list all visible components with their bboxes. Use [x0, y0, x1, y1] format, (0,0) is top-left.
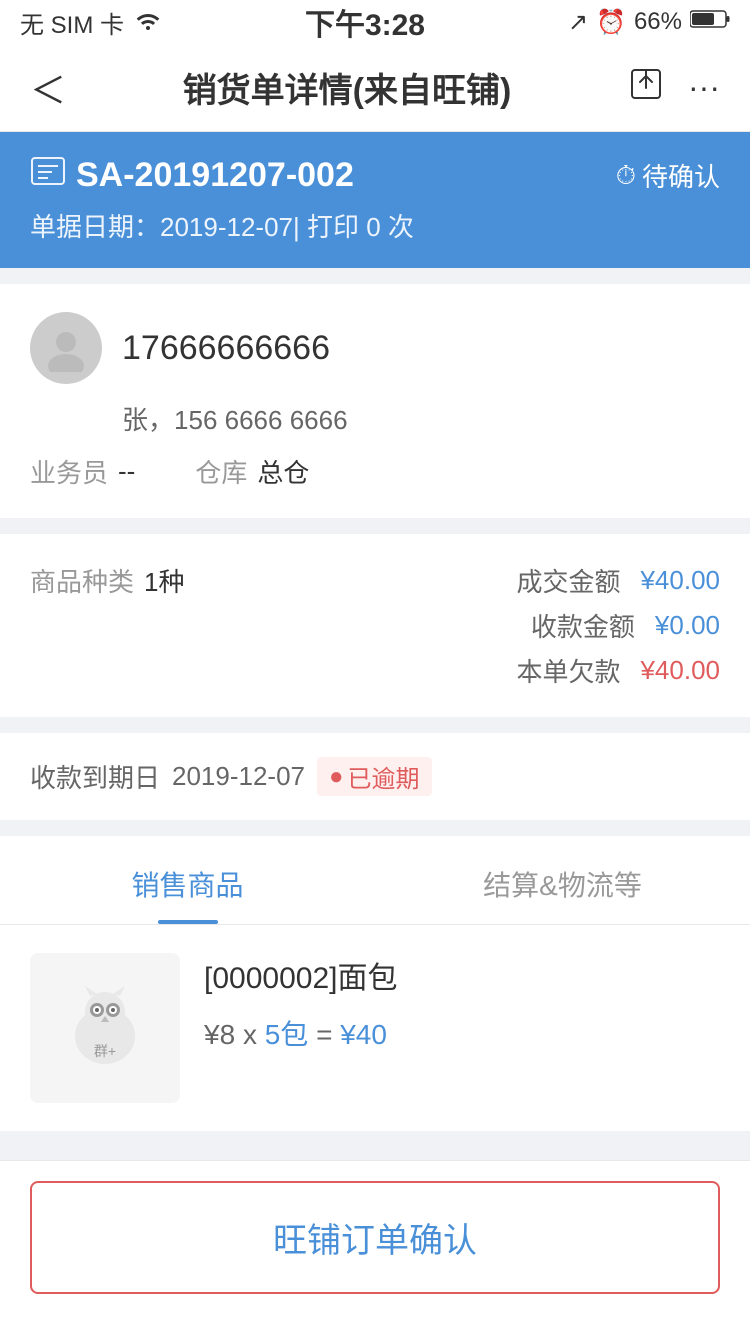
- warning-icon: ●: [329, 763, 344, 791]
- share-icon[interactable]: [628, 66, 664, 110]
- status-time: 下午3:28: [305, 0, 425, 44]
- alarm-icon: ⏰: [596, 8, 626, 37]
- due-section: 收款到期日 2019-12-07 ● 已逾期: [0, 733, 750, 820]
- customer-sub-info: 张，156 6666 6666: [30, 400, 720, 437]
- customer-meta: 业务员 -- 仓库 总仓: [30, 453, 720, 490]
- page-title: 销货单详情(来自旺铺): [183, 63, 512, 112]
- more-icon[interactable]: ···: [688, 69, 720, 106]
- overdue-badge: ● 已逾期: [317, 757, 432, 796]
- tab-settlement-logistics[interactable]: 结算&物流等: [375, 836, 750, 924]
- amount-stats: 成交金额 ¥40.00 收款金额 ¥0.00 本单欠款 ¥40.00: [516, 562, 720, 689]
- order-header: SA-20191207-002 ⏱ 待确认 单据日期：2019-12-07| 打…: [0, 132, 750, 268]
- product-price-row: ¥8 x 5包 = ¥40: [204, 1013, 720, 1053]
- back-button[interactable]: ＜: [30, 62, 66, 114]
- nav-bar: ＜ 销货单详情(来自旺铺) ···: [0, 44, 750, 132]
- confirm-order-button[interactable]: 旺铺订单确认: [30, 1181, 720, 1294]
- clock-icon: ⏱: [616, 160, 636, 192]
- tab-sales-products[interactable]: 销售商品: [0, 836, 375, 924]
- battery-text: 66%: [634, 8, 682, 36]
- location-icon: ↗: [568, 8, 588, 37]
- product-image: 群+: [30, 953, 180, 1103]
- status-right: ↗ ⏰ 66%: [568, 8, 730, 37]
- deal-amount-row: 成交金额 ¥40.00: [516, 562, 720, 599]
- customer-avatar: [30, 312, 102, 384]
- order-id: SA-20191207-002: [30, 156, 354, 195]
- battery-icon: [690, 8, 730, 36]
- status-left: 无 SIM 卡: [20, 5, 162, 40]
- warehouse-meta: 仓库 总仓: [195, 453, 309, 490]
- sales-meta: 业务员 --: [30, 453, 135, 490]
- wifi-icon: [134, 8, 162, 37]
- received-amount-row: 收款金额 ¥0.00: [516, 607, 720, 644]
- nav-actions: ···: [628, 66, 720, 110]
- status-bar: 无 SIM 卡 下午3:28 ↗ ⏰ 66%: [0, 0, 750, 44]
- owed-amount-row: 本单欠款 ¥40.00: [516, 652, 720, 689]
- product-info: [0000002]面包 ¥8 x 5包 = ¥40: [204, 953, 720, 1103]
- order-date: 单据日期：2019-12-07| 打印 0 次: [30, 207, 720, 244]
- customer-section: 17666666666 张，156 6666 6666 业务员 -- 仓库 总仓: [0, 284, 750, 518]
- carrier-text: 无 SIM 卡: [20, 5, 124, 40]
- product-section: 群+ [0000002]面包 ¥8 x 5包 = ¥40: [0, 925, 750, 1131]
- order-icon: [30, 156, 66, 195]
- tabs-section: 销售商品 结算&物流等: [0, 836, 750, 925]
- product-type-stat: 商品种类 1种: [30, 562, 184, 599]
- customer-phone: 17666666666: [122, 329, 330, 368]
- svg-text:群+: 群+: [94, 1043, 116, 1059]
- confirm-button-area: 旺铺订单确认: [0, 1160, 750, 1334]
- product-name: [0000002]面包: [204, 953, 720, 997]
- stats-section: 商品种类 1种 成交金额 ¥40.00 收款金额 ¥0.00 本单欠款 ¥40.…: [0, 534, 750, 717]
- order-status: ⏱ 待确认: [616, 157, 720, 194]
